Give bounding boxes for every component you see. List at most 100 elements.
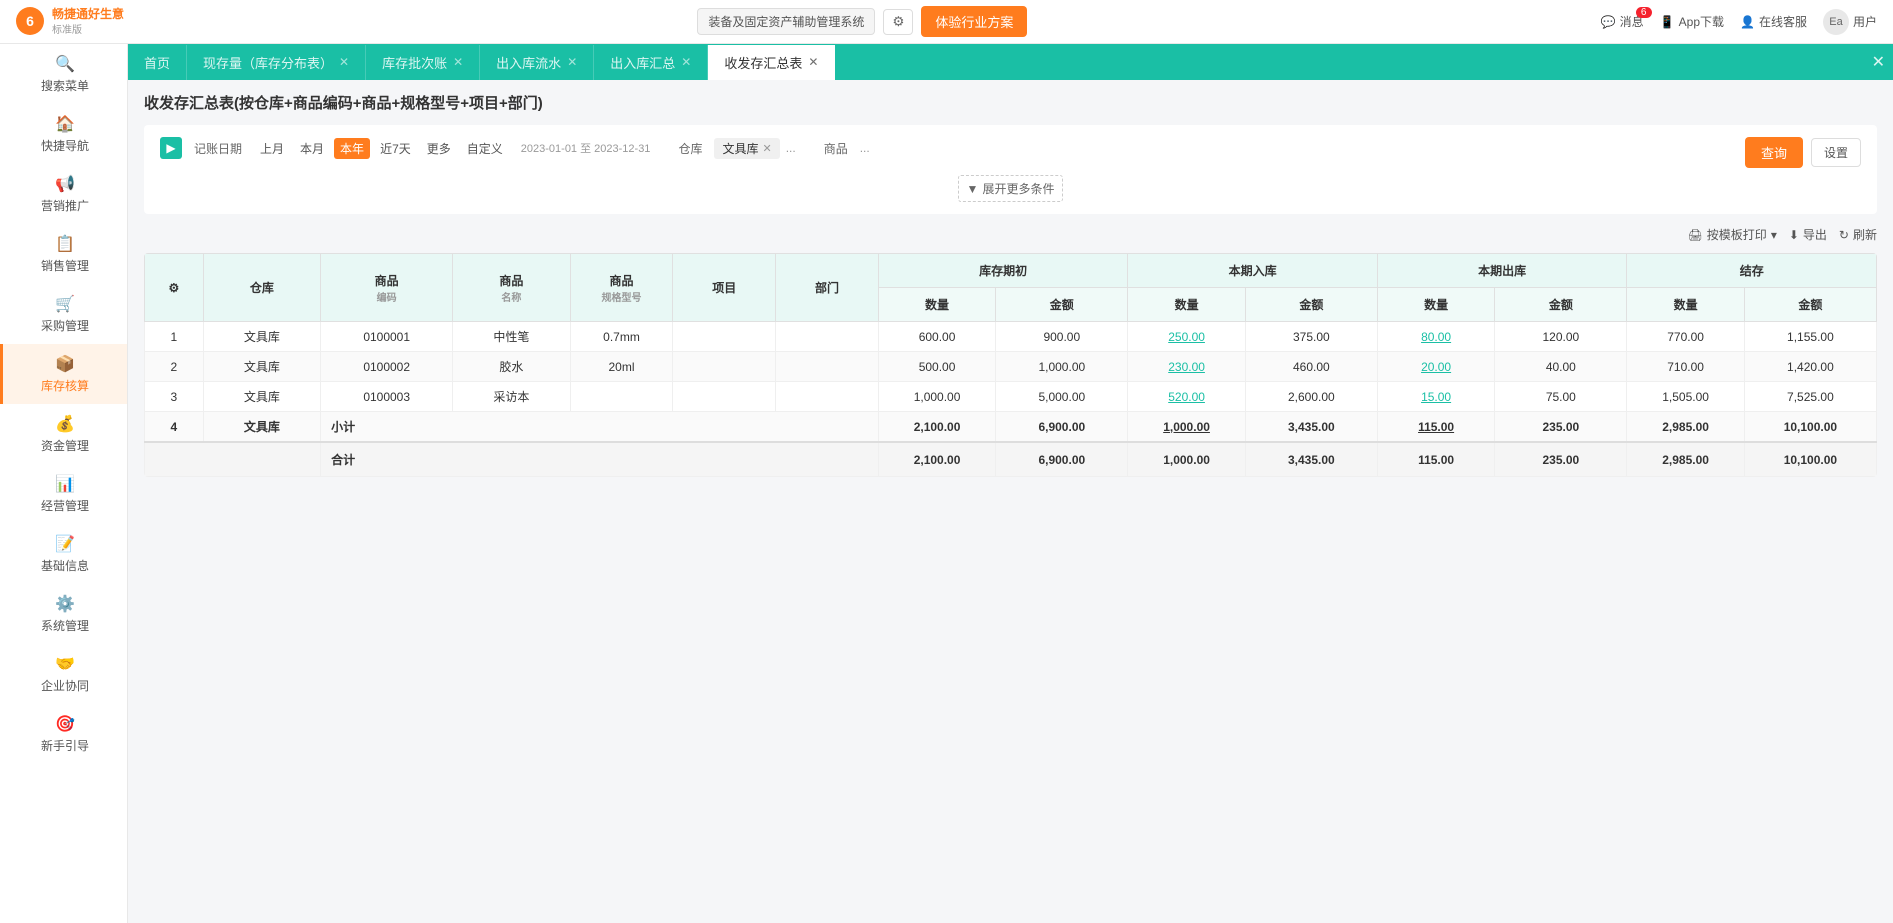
logo-icon: 6 xyxy=(16,7,44,35)
message-item[interactable]: 💬 消息 6 xyxy=(1601,13,1644,30)
cell-in-amt: 460.00 xyxy=(1245,352,1377,382)
expand-icon: ▼ xyxy=(967,182,979,196)
close-all-tabs-button[interactable]: ✕ xyxy=(1872,52,1885,72)
cell-seq: 1 xyxy=(145,322,204,352)
sidebar-item-inventory[interactable]: 📦 库存核算 xyxy=(0,344,127,404)
cell-out-amt: 40.00 xyxy=(1495,352,1627,382)
th-out-amt: 金额 xyxy=(1495,288,1627,322)
tab-inout-summary-label: 出入库汇总 xyxy=(610,53,675,72)
date-range-display: 2023-01-01 至 2023-12-31 xyxy=(521,140,651,156)
tab-inout-summary[interactable]: 出入库汇总 ✕ xyxy=(594,45,708,80)
online-service-label: 在线客服 xyxy=(1759,13,1807,30)
total-row: 合计 2,100.00 6,900.00 1,000.00 3,435.00 1… xyxy=(145,442,1877,477)
online-service-item[interactable]: 👤 在线客服 xyxy=(1740,13,1807,30)
sidebar-item-quicknav[interactable]: 🏠 快捷导航 xyxy=(0,104,127,164)
cell-balance-amt: 1,155.00 xyxy=(1744,322,1876,352)
cell-out-qty[interactable]: 80.00 xyxy=(1377,322,1494,352)
tab-inout-summary-close[interactable]: ✕ xyxy=(681,55,691,69)
th-in-qty: 数量 xyxy=(1128,288,1245,322)
cell-in-qty[interactable]: 230.00 xyxy=(1128,352,1245,382)
main-table: ⚙ 仓库 商品 编码 商品 名称 xyxy=(144,253,1877,477)
settings-button[interactable]: 设置 xyxy=(1811,138,1861,167)
cell-warehouse: 文具库 xyxy=(203,382,320,412)
table-row: 1 文具库 0100001 中性笔 0.7mm 600.00 900.00 25… xyxy=(145,322,1877,352)
cell-out-qty[interactable]: 15.00 xyxy=(1377,382,1494,412)
subtotal-in-amt: 3,435.00 xyxy=(1245,412,1377,443)
warehouse-tag-remove[interactable]: ✕ xyxy=(762,142,771,155)
inventory-icon: 📦 xyxy=(55,354,75,374)
expand-more-conditions-button[interactable]: ▼ 展开更多条件 xyxy=(958,175,1064,202)
subtotal-balance-amt: 10,100.00 xyxy=(1744,412,1876,443)
sidebar-item-corp[interactable]: 🤝 企业协同 xyxy=(0,644,127,704)
toolbar-right: 🖨 按模板打印 ▾ ⬇ 导出 ↻ 刷新 xyxy=(1688,226,1877,243)
tab-batch-account[interactable]: 库存批次账 ✕ xyxy=(366,45,480,80)
th-open-qty: 数量 xyxy=(878,288,995,322)
th-balance-amt-label: 金额 xyxy=(1798,298,1822,312)
sales-icon: 📋 xyxy=(55,234,75,254)
export-button[interactable]: ⬇ 导出 xyxy=(1789,226,1827,243)
cell-open-amt: 1,000.00 xyxy=(996,352,1128,382)
sidebar-item-search[interactable]: 🔍 搜索菜单 xyxy=(0,44,127,104)
app-download-label: App下载 xyxy=(1679,13,1724,30)
message-badge: 6 xyxy=(1636,7,1652,18)
date-btn-last-month[interactable]: 上月 xyxy=(254,138,290,159)
app-download-item[interactable]: 📱 App下载 xyxy=(1660,13,1724,30)
page-toolbar: 🖨 按模板打印 ▾ ⬇ 导出 ↻ 刷新 xyxy=(144,226,1877,243)
sidebar-item-system[interactable]: ⚙️ 系统管理 xyxy=(0,584,127,644)
query-button[interactable]: 查询 xyxy=(1745,137,1803,168)
goods-more-btn[interactable]: ... xyxy=(860,141,870,155)
th-open-amt-label: 金额 xyxy=(1050,298,1074,312)
tab-batch-account-close[interactable]: ✕ xyxy=(453,55,463,69)
tab-inout-flow[interactable]: 出入库流水 ✕ xyxy=(480,45,594,80)
sidebar-item-sales[interactable]: 📋 销售管理 xyxy=(0,224,127,284)
table-footer: 合计 2,100.00 6,900.00 1,000.00 3,435.00 1… xyxy=(145,442,1877,477)
filter-collapse-button[interactable]: ▶ xyxy=(160,137,182,159)
expand-row: ▼ 展开更多条件 xyxy=(160,167,1861,202)
cell-balance-amt: 1,420.00 xyxy=(1744,352,1876,382)
avatar: Ea xyxy=(1823,9,1849,35)
tab-recv-send-summary[interactable]: 收发存汇总表 ✕ xyxy=(708,45,835,80)
tab-inout-flow-close[interactable]: ✕ xyxy=(567,55,577,69)
date-btn-more[interactable]: 更多 xyxy=(421,138,457,159)
sidebar-item-marketing[interactable]: 📢 营销推广 xyxy=(0,164,127,224)
refresh-button[interactable]: ↻ 刷新 xyxy=(1839,226,1877,243)
template-print-button[interactable]: 🖨 按模板打印 ▾ xyxy=(1688,226,1777,243)
trial-button[interactable]: 体验行业方案 xyxy=(921,6,1027,37)
sidebar-item-basic[interactable]: 📝 基础信息 xyxy=(0,524,127,584)
total-out-qty: 115.00 xyxy=(1377,442,1494,477)
user-item[interactable]: Ea 用户 xyxy=(1823,9,1877,35)
date-btn-this-month[interactable]: 本月 xyxy=(294,138,330,159)
date-btn-this-year[interactable]: 本年 xyxy=(334,138,370,159)
tab-recv-send-summary-close[interactable]: ✕ xyxy=(808,55,818,69)
sidebar-item-guide[interactable]: 🎯 新手引导 xyxy=(0,704,127,764)
gear-button[interactable]: ⚙ xyxy=(883,9,913,35)
cell-balance-qty: 1,505.00 xyxy=(1627,382,1744,412)
cell-balance-qty: 710.00 xyxy=(1627,352,1744,382)
date-btn-custom[interactable]: 自定义 xyxy=(461,138,509,159)
tab-inventory-dist-close[interactable]: ✕ xyxy=(339,55,349,69)
cell-open-qty: 1,000.00 xyxy=(878,382,995,412)
sidebar-item-assets[interactable]: 💰 资金管理 xyxy=(0,404,127,464)
tab-inventory-dist[interactable]: 现存量（库存分布表） ✕ xyxy=(187,45,366,80)
subtotal-balance-qty: 2,985.00 xyxy=(1627,412,1744,443)
date-btn-7days[interactable]: 近7天 xyxy=(374,138,417,159)
sidebar-item-operation[interactable]: 📊 经营管理 xyxy=(0,464,127,524)
th-balance-label: 结存 xyxy=(1740,264,1764,278)
home-icon: 🏠 xyxy=(55,114,75,134)
export-icon: ⬇ xyxy=(1789,228,1799,242)
cell-out-qty[interactable]: 20.00 xyxy=(1377,352,1494,382)
th-settings[interactable]: ⚙ xyxy=(145,254,204,322)
table-settings-icon[interactable]: ⚙ xyxy=(168,281,179,295)
tab-home[interactable]: 首页 xyxy=(128,45,187,80)
warehouse-more-btn[interactable]: ... xyxy=(786,141,796,155)
subtotal-open-amt: 6,900.00 xyxy=(996,412,1128,443)
operation-icon: 📊 xyxy=(55,474,75,494)
cell-in-amt: 375.00 xyxy=(1245,322,1377,352)
system-dropdown[interactable]: 装备及固定资产辅助管理系统 xyxy=(697,8,875,35)
search-icon: 🔍 xyxy=(55,54,75,74)
total-open-qty: 2,100.00 xyxy=(878,442,995,477)
cell-in-qty[interactable]: 520.00 xyxy=(1128,382,1245,412)
refresh-label: 刷新 xyxy=(1853,226,1877,243)
cell-in-qty[interactable]: 250.00 xyxy=(1128,322,1245,352)
sidebar-item-purchase[interactable]: 🛒 采购管理 xyxy=(0,284,127,344)
